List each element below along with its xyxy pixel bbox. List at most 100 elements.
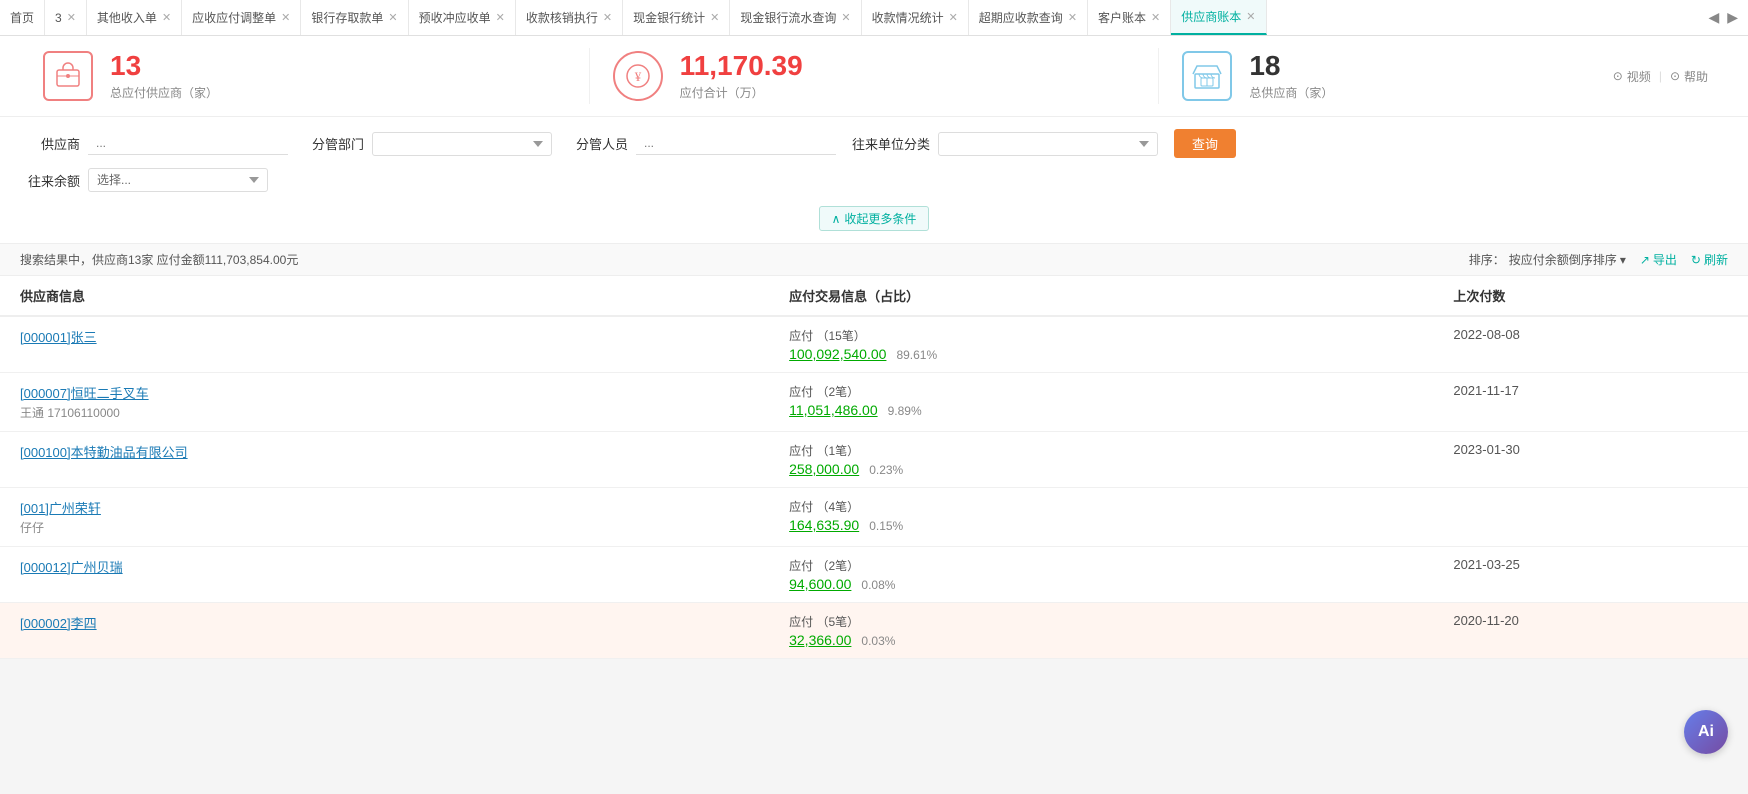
close-icon[interactable]: ✕ (388, 11, 397, 24)
tab-supplier-ledger[interactable]: 供应商账本 ✕ (1171, 0, 1266, 35)
tab-3[interactable]: 3 ✕ (45, 0, 87, 35)
table-row: [000012]广州贝瑞 应付 （2笔） 94,600.00 0.08% 2021-03… (0, 547, 1748, 603)
close-icon[interactable]: ✕ (162, 11, 171, 24)
balance-select[interactable]: 选择... (88, 168, 268, 192)
table-row: [000007]恒旺二手叉车王通 17106110000应付 （2笔）11,05… (0, 373, 1748, 432)
tx-amount[interactable]: 164,635.90 (789, 517, 859, 533)
supplier-link[interactable]: [000100]本特勤油品有限公司 (20, 445, 188, 460)
close-icon[interactable]: ✕ (1068, 11, 1077, 24)
close-icon[interactable]: ✕ (496, 11, 505, 24)
tab-cash-bank-stat[interactable]: 现金银行统计 ✕ (623, 0, 730, 35)
nav-arrows: ◀ ▶ (1698, 9, 1748, 26)
close-icon[interactable]: ✕ (841, 11, 850, 24)
supplier-cell: [000012]广州贝瑞 (0, 547, 769, 603)
search-row-2: 往来余额 选择... (20, 168, 1728, 192)
last-payment-cell: 2021-11-17 (1433, 373, 1748, 432)
person-label: 分管人员 (568, 134, 628, 153)
result-summary: 搜索结果中，供应商13家 应付金额111,703,854.00元 (20, 251, 298, 268)
tx-label: 应付 （15笔） (789, 327, 1413, 344)
last-payment-cell: 2020-11-20 (1433, 603, 1748, 659)
table-header: 供应商信息 应付交易信息（占比） 上次付数 (0, 276, 1748, 316)
close-icon[interactable]: ✕ (603, 11, 612, 24)
unit-class-select[interactable] (938, 132, 1158, 156)
tab-receipt-exec[interactable]: 收款核销执行 ✕ (516, 0, 623, 35)
tx-amount[interactable]: 258,000.00 (789, 461, 859, 477)
table-row: [000002]李四应付 （5笔）32,366.000.03%2020-11-2… (0, 603, 1748, 659)
svg-text:¥: ¥ (634, 69, 641, 84)
stat-help: ⊙ 视频 | ⊙ 帮助 (1613, 68, 1708, 85)
dept-label: 分管部门 (304, 134, 364, 153)
close-icon[interactable]: ✕ (67, 11, 76, 24)
last-payment-cell: 2022-08-08 (1433, 316, 1748, 373)
last-payment-cell: 2021-03-25 (1433, 547, 1748, 603)
supplier-link[interactable]: [000002]李四 (20, 616, 97, 631)
tab-overdue-ar[interactable]: 超期应收款查询 ✕ (969, 0, 1088, 35)
supplier-sub: 王通 17106110000 (20, 404, 749, 421)
nav-next-arrow[interactable]: ▶ (1723, 9, 1742, 26)
supplier-input[interactable] (88, 132, 288, 155)
tab-cash-bank-flow[interactable]: 现金银行流水查询 ✕ (730, 0, 861, 35)
col-last-payment: 上次付数 (1433, 276, 1748, 316)
tab-advance-offset[interactable]: 预收冲应收单 ✕ (409, 0, 516, 35)
stat-payable-total: ¥ 11,170.39 应付合计（万） (590, 48, 1160, 104)
tx-cell: 应付 （4笔） 164,635.90 0.15% (769, 488, 1433, 547)
tx-amount[interactable]: 94,600.00 (789, 576, 851, 592)
search-area: 供应商 分管部门 分管人员 往来单位分类 查询 往来余额 选择... (0, 117, 1748, 244)
tx-percent: 89.61% (896, 348, 937, 362)
help-link[interactable]: 帮助 (1684, 68, 1708, 85)
collapse-button[interactable]: ∧ 收起更多条件 (819, 206, 930, 231)
tab-other-income[interactable]: 其他收入单 ✕ (87, 0, 182, 35)
sort-control: 排序： 按应付余额倒序排序 ▾ (1469, 251, 1626, 268)
tab-ar-ap-adjust[interactable]: 应收应付调整单 ✕ (182, 0, 301, 35)
table-body: [000001]张三 应付 （15笔） 100,092,540.00 89.61% 20… (0, 316, 1748, 659)
video-link[interactable]: 视频 (1627, 68, 1651, 85)
tab-customer-ledger[interactable]: 客户账本 ✕ (1088, 0, 1171, 35)
stat-all-number: 18 (1249, 51, 1333, 82)
close-icon[interactable]: ✕ (1246, 10, 1255, 23)
last-payment-cell: 2023-01-30 (1433, 432, 1748, 488)
stat-total-number: 11,170.39 (680, 51, 803, 82)
tx-percent: 9.89% (888, 404, 922, 418)
close-icon[interactable]: ✕ (949, 11, 958, 24)
stat-all-suppliers: 18 总供应商（家） ⊙ 视频 | ⊙ 帮助 (1159, 48, 1728, 104)
tx-amount[interactable]: 32,366.00 (789, 632, 851, 648)
export-button[interactable]: ↗ 导出 (1640, 251, 1677, 268)
supplier-cell: [000100]本特勤油品有限公司 (0, 432, 769, 488)
tx-amount[interactable]: 11,051,486.00 (789, 402, 878, 418)
tab-bank-deposit[interactable]: 银行存取款单 ✕ (301, 0, 408, 35)
stats-bar: 13 总应付供应商（家） ¥ 11,170.39 应付合计（万） (0, 36, 1748, 117)
supplier-link[interactable]: [001]广州荣轩 (20, 501, 101, 516)
tx-label: 应付 （2笔） (789, 557, 1413, 574)
tab-receipt-stat[interactable]: 收款情况统计 ✕ (862, 0, 969, 35)
supplier-table: 供应商信息 应付交易信息（占比） 上次付数 [000001]张三 应付 （15笔）… (0, 276, 1748, 659)
supplier-label: 供应商 (20, 134, 80, 153)
close-icon[interactable]: ✕ (281, 11, 290, 24)
supplier-link[interactable]: [000012]广州贝瑞 (20, 560, 123, 575)
stat-payable-label: 总应付供应商（家） (110, 84, 218, 101)
ai-button[interactable]: Ai (1684, 710, 1728, 754)
tx-amount[interactable]: 100,092,540.00 (789, 346, 886, 362)
close-icon[interactable]: ✕ (710, 11, 719, 24)
last-payment-cell (1433, 488, 1748, 547)
search-button[interactable]: 查询 (1174, 129, 1236, 158)
close-icon[interactable]: ✕ (1151, 11, 1160, 24)
dept-select[interactable] (372, 132, 552, 156)
nav-prev-arrow[interactable]: ◀ (1704, 9, 1723, 26)
stat-all-info: 18 总供应商（家） (1249, 51, 1333, 102)
supplier-link[interactable]: [000007]恒旺二手叉车 (20, 386, 149, 401)
tx-percent: 0.23% (869, 463, 903, 477)
chevron-down-icon: ▾ (1620, 253, 1626, 267)
supplier-link[interactable]: [000001]张三 (20, 330, 97, 345)
table-row: [001]广州荣轩仔仔应付 （4笔）164,635.900.15% (0, 488, 1748, 547)
tx-percent: 0.08% (861, 578, 895, 592)
tx-label: 应付 （4笔） (789, 498, 1413, 515)
stat-all-label: 总供应商（家） (1249, 84, 1333, 101)
stat-total-label: 应付合计（万） (680, 84, 803, 101)
tx-percent: 0.15% (869, 519, 903, 533)
tab-home[interactable]: 首页 (0, 0, 45, 35)
person-input[interactable] (636, 132, 836, 155)
sort-button[interactable]: 按应付余额倒序排序 ▾ (1509, 251, 1626, 268)
refresh-button[interactable]: ↻ 刷新 (1691, 251, 1728, 268)
tx-cell: 应付 （1笔）258,000.000.23% (769, 432, 1433, 488)
supplier-field: 供应商 (20, 132, 288, 155)
